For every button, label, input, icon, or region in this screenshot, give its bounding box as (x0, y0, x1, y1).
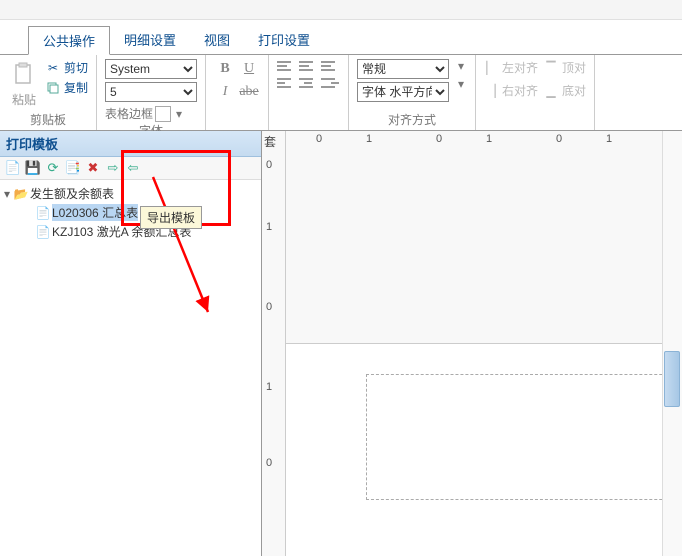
ribbon-group-align (269, 55, 349, 130)
ribbon-group-clipboard: 粘贴 ✂ 剪切 复制 剪贴板 (0, 55, 97, 130)
expander-icon[interactable]: ▾ (2, 189, 12, 199)
align-bottom-btn[interactable]: ▁底对 (544, 82, 586, 99)
align-right-icon2: ▕ (484, 84, 498, 98)
border-label: 表格边框 (105, 105, 153, 122)
design-surface[interactable]: 科目名称 [科目名称] (286, 344, 682, 556)
wrap-select[interactable]: 字体 水平方向 (357, 82, 449, 102)
ribbon-group-position: ▏左对齐 ▕右对齐 ▔顶对 ▁底对 (476, 55, 595, 130)
paste-button[interactable]: 粘贴 (8, 59, 40, 110)
copy-icon (46, 81, 60, 95)
tab-view[interactable]: 视图 (190, 26, 244, 54)
tab-print-settings[interactable]: 打印设置 (244, 26, 324, 54)
horizontal-ruler: 0 1 0 1 0 1 (286, 131, 682, 344)
main-area: 打印模板 📄 💾 ⟳ 📑 ✖ ⇨ ⇦ ▾ 📂 发生额及余额表 📄 L020306… (0, 131, 682, 556)
italic-button[interactable]: I (214, 82, 236, 102)
paste-icon (12, 61, 36, 89)
align-bottom-icon[interactable] (321, 59, 339, 73)
ribbon-group-font: System 5 表格边框 ▾ 字体 (97, 55, 206, 130)
import-icon[interactable]: ⇨ (104, 159, 122, 177)
align-center-icon[interactable] (299, 76, 317, 90)
file-icon: 📄 (36, 206, 50, 220)
align-left-icon2: ▏ (484, 61, 498, 75)
ribbon: 粘贴 ✂ 剪切 复制 剪贴板 System 5 (0, 55, 682, 131)
delete-icon[interactable]: ✖ (84, 159, 102, 177)
cut-icon: ✂ (46, 61, 60, 75)
align-top-btn[interactable]: ▔顶对 (544, 59, 586, 76)
scrollbar-thumb[interactable] (664, 351, 680, 407)
style-dropdown[interactable]: ▾ (455, 59, 467, 73)
group-label-align: 对齐方式 (357, 111, 467, 128)
titlebar (0, 0, 682, 20)
sidebar-title: 打印模板 (0, 131, 261, 157)
align-top-icon[interactable] (277, 59, 295, 73)
font-size-select[interactable]: 5 (105, 82, 197, 102)
cut-button[interactable]: ✂ 剪切 (46, 59, 88, 76)
template-tree: ▾ 📂 发生额及余额表 📄 L020306 汇总表 📄 KZJ103 激光A 余… (0, 180, 261, 556)
paste-label: 粘贴 (12, 91, 36, 108)
export-tooltip: 导出模板 (140, 206, 202, 229)
folder-icon: 📂 (14, 187, 28, 201)
strike-button[interactable]: abe (238, 82, 260, 102)
bold-button[interactable]: B (214, 59, 236, 79)
wrap-dropdown[interactable]: ▾ (455, 77, 467, 91)
ribbon-tabs: 公共操作 明细设置 视图 打印设置 (0, 20, 682, 55)
canvas-area: 套 0 1 0 1 0 0 1 0 1 0 1 科目名称 (262, 131, 682, 556)
saveas-icon[interactable]: 📑 (64, 159, 82, 177)
tab-public-operation[interactable]: 公共操作 (28, 26, 110, 55)
align-right-icon[interactable] (321, 76, 339, 90)
tree-item-1[interactable]: 📄 KZJ103 激光A 余额汇总表 (2, 222, 259, 241)
file-icon: 📄 (36, 225, 50, 239)
align-bottom-icon2: ▁ (544, 84, 558, 98)
export-icon[interactable]: ⇦ (124, 159, 142, 177)
vertical-scrollbar[interactable] (662, 131, 682, 556)
sidebar-toolbar: 📄 💾 ⟳ 📑 ✖ ⇨ ⇦ (0, 157, 261, 180)
ruler-corner-label: 套 (264, 133, 276, 150)
border-dropdown[interactable]: ▾ (173, 107, 185, 121)
save-icon[interactable]: 💾 (24, 159, 42, 177)
underline-button[interactable]: U (238, 59, 260, 79)
sidebar: 打印模板 📄 💾 ⟳ 📑 ✖ ⇨ ⇦ ▾ 📂 发生额及余额表 📄 L020306… (0, 131, 262, 556)
refresh-icon[interactable]: ⟳ (44, 159, 62, 177)
border-icon[interactable] (155, 106, 171, 122)
align-top-icon2: ▔ (544, 61, 558, 75)
tab-detail-settings[interactable]: 明细设置 (110, 26, 190, 54)
tree-item-0[interactable]: 📄 L020306 汇总表 (2, 203, 259, 222)
header-region[interactable] (366, 374, 682, 500)
group-label-clipboard: 剪贴板 (8, 111, 88, 128)
align-middle-icon[interactable] (299, 59, 317, 73)
align-left-btn[interactable]: ▏左对齐 (484, 59, 538, 76)
copy-button[interactable]: 复制 (46, 79, 88, 96)
vertical-ruler: 套 0 1 0 1 0 (262, 131, 286, 556)
tree-root[interactable]: ▾ 📂 发生额及余额表 (2, 184, 259, 203)
ribbon-group-format: B U I abe (206, 55, 269, 130)
align-right-btn[interactable]: ▕右对齐 (484, 82, 538, 99)
style-select[interactable]: 常规 (357, 59, 449, 79)
font-family-select[interactable]: System (105, 59, 197, 79)
ribbon-group-style: 常规 字体 水平方向 ▾ ▾ 对齐方式 (349, 55, 476, 130)
new-icon[interactable]: 📄 (4, 159, 22, 177)
align-left-icon[interactable] (277, 76, 295, 90)
